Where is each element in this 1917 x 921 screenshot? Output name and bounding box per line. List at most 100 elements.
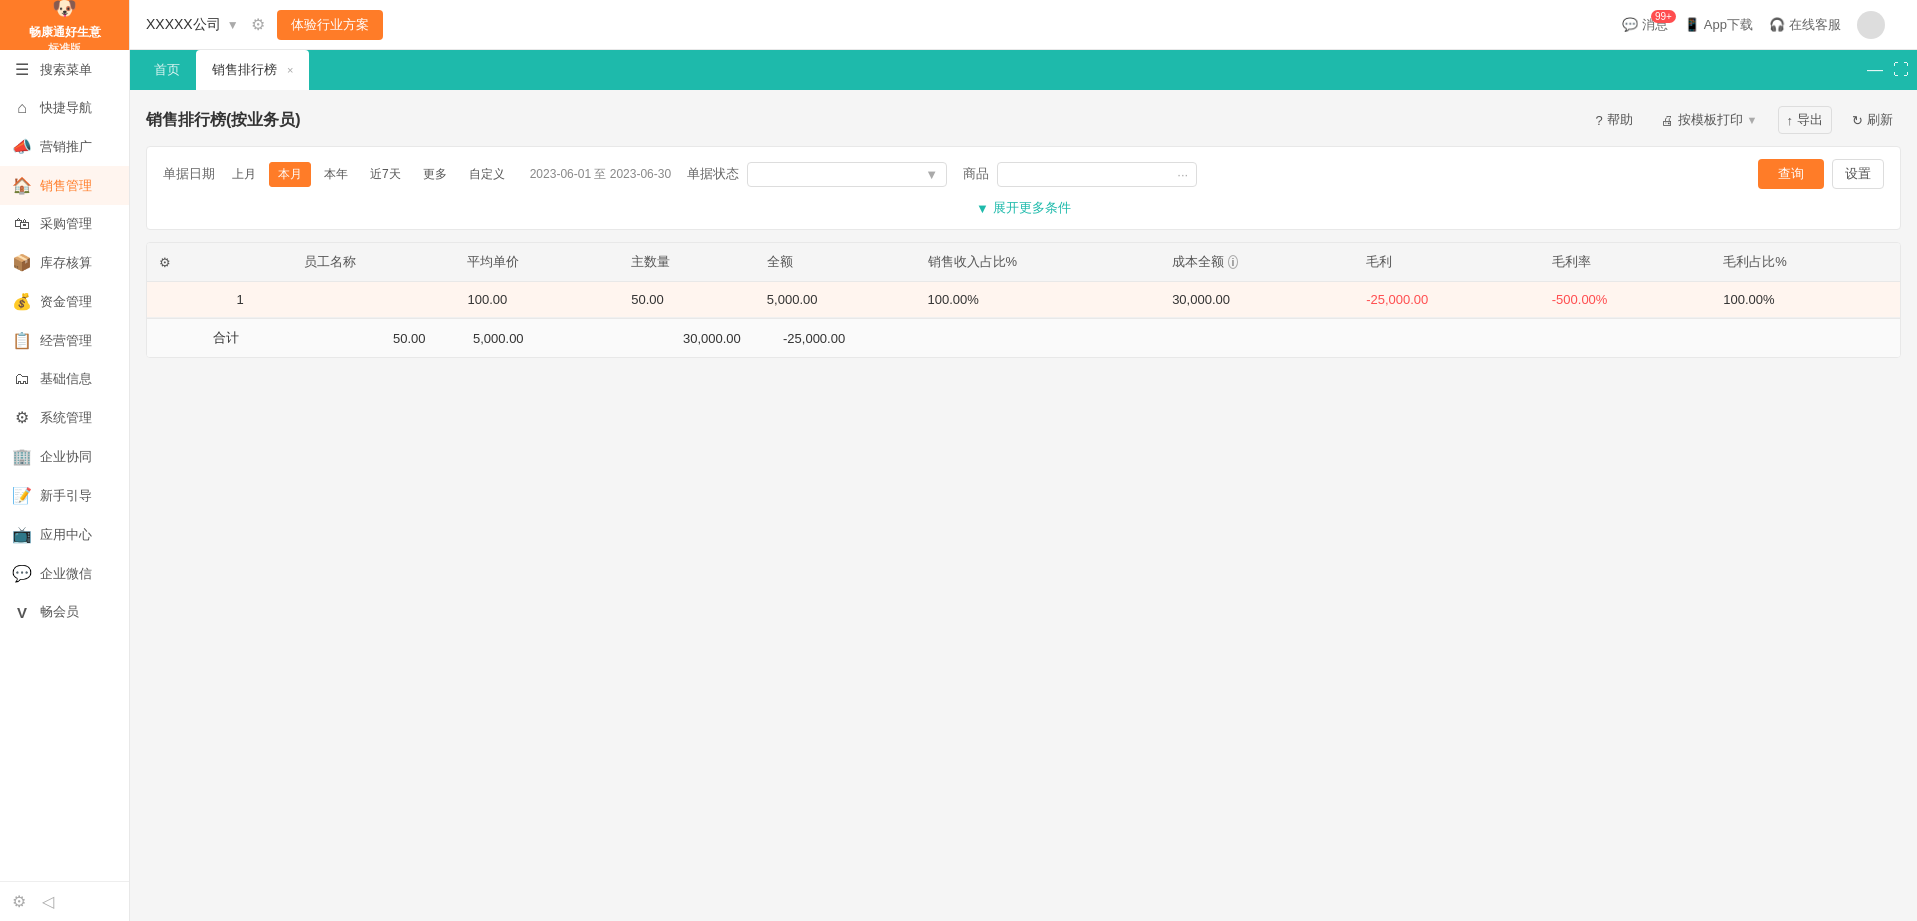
app-name: 畅康通好生意 <box>29 24 101 41</box>
filter-goods: 商品 ··· <box>963 162 1197 187</box>
company-selector[interactable]: XXXXX公司 ▼ <box>146 16 239 34</box>
expand-down-icon: ▼ <box>976 201 989 216</box>
td-gross-rate: -500.00% <box>1540 282 1712 318</box>
sidebar-item-inventory[interactable]: 📦 库存核算 <box>0 243 129 282</box>
sidebar-item-purchase[interactable]: 🛍 采购管理 <box>0 205 129 243</box>
sidebar-item-wechat[interactable]: 💬 企业微信 <box>0 554 129 593</box>
goods-input[interactable]: ··· <box>997 162 1197 187</box>
chevron-down-icon: ▼ <box>227 18 239 32</box>
export-button[interactable]: ↑ 导出 <box>1778 106 1833 134</box>
message-button[interactable]: 💬 消息 99+ <box>1622 16 1668 34</box>
date-btn-year[interactable]: 本年 <box>315 162 357 187</box>
sidebar-item-finance[interactable]: 💰 资金管理 <box>0 282 129 321</box>
page-header: 销售排行榜(按业务员) ? 帮助 🖨 按模板打印 ▼ ↑ 导出 ↻ 刷新 <box>146 106 1901 134</box>
tab-sales-ranking[interactable]: 销售排行榜 × <box>196 50 309 90</box>
sidebar-label-inventory: 库存核算 <box>40 254 92 272</box>
td-gross-pct: 100.00% <box>1711 282 1900 318</box>
footer-label: 合计 <box>213 329 313 347</box>
date-btn-7days[interactable]: 近7天 <box>361 162 410 187</box>
refresh-button[interactable]: ↻ 刷新 <box>1844 107 1901 133</box>
tab-sales-ranking-label: 销售排行榜 <box>212 61 277 79</box>
date-btn-more[interactable]: 更多 <box>414 162 456 187</box>
date-btn-custom[interactable]: 自定义 <box>460 162 514 187</box>
tab-close-icon[interactable]: × <box>287 64 293 76</box>
print-button[interactable]: 🖨 按模板打印 ▼ <box>1653 107 1766 133</box>
message-icon: 💬 <box>1622 17 1638 32</box>
purchase-icon: 🛍 <box>12 215 32 233</box>
help-label: 帮助 <box>1607 111 1633 129</box>
tab-fullscreen-icon[interactable]: ⛶ <box>1893 61 1909 79</box>
refresh-icon: ↻ <box>1852 113 1863 128</box>
sidebar-item-system[interactable]: ⚙ 系统管理 <box>0 398 129 437</box>
sidebar-label-marketing: 营销推广 <box>40 138 92 156</box>
sidebar-bottom: ⚙ ◁ <box>0 881 129 921</box>
topbar-right: 💬 消息 99+ 📱 App下载 🎧 在线客服 <box>1622 11 1901 39</box>
sidebar-item-quick[interactable]: ⌂ 快捷导航 <box>0 89 129 127</box>
sidebar-item-basic[interactable]: 🗂 基础信息 <box>0 360 129 398</box>
filter-status: 单据状态 ▼ <box>687 162 947 187</box>
search-menu-icon: ☰ <box>12 60 32 79</box>
td-gross: -25,000.00 <box>1354 282 1540 318</box>
status-select[interactable]: ▼ <box>747 162 947 187</box>
sidebar-item-marketing[interactable]: 📣 营销推广 <box>0 127 129 166</box>
footer-qty: 50.00 <box>393 331 473 346</box>
status-arrow-icon: ▼ <box>925 167 938 182</box>
app-logo: 🐶 畅康通好生意 标准版 <box>0 0 129 50</box>
date-label: 单据日期 <box>163 165 215 183</box>
trial-button[interactable]: 体验行业方案 <box>277 10 383 40</box>
page-title: 销售排行榜(按业务员) <box>146 110 301 131</box>
sidebar-item-collab[interactable]: 🏢 企业协同 <box>0 437 129 476</box>
export-label: 导出 <box>1797 111 1823 129</box>
company-name: XXXXX公司 <box>146 16 221 34</box>
th-rank <box>225 243 292 282</box>
date-btn-prev-month[interactable]: 上月 <box>223 162 265 187</box>
sidebar-label-apps: 应用中心 <box>40 526 92 544</box>
sidebar-item-sales[interactable]: 🏠 销售管理 <box>0 166 129 205</box>
tab-minimize-icon[interactable]: — <box>1867 61 1883 79</box>
filter-expand-row: ▼ 展开更多条件 <box>163 199 1884 217</box>
sidebar-label-collab: 企业协同 <box>40 448 92 466</box>
date-btn-current-month[interactable]: 本月 <box>269 162 311 187</box>
sidebar-label-member: 畅会员 <box>40 603 79 621</box>
expand-button[interactable]: ▼ 展开更多条件 <box>976 199 1071 217</box>
th-settings[interactable]: ⚙ <box>147 243 225 282</box>
tab-actions: — ⛶ <box>1867 61 1909 79</box>
td-amount: 5,000.00 <box>755 282 916 318</box>
footer-gross: -25,000.00 <box>783 331 883 346</box>
sidebar: 🐶 畅康通好生意 标准版 ☰ 搜索菜单 ⌂ 快捷导航 📣 营销推广 🏠 销售管理… <box>0 0 130 921</box>
data-table: ⚙ 员工名称 平均单价 主数量 全额 销售收入占比% 成本全额 i 毛利 毛利率… <box>147 243 1900 318</box>
sidebar-collapse-icon[interactable]: ◁ <box>42 892 54 911</box>
date-buttons: 上月 本月 本年 近7天 更多 自定义 <box>223 162 514 187</box>
table-footer: 合计 50.00 5,000.00 30,000.00 -25,000.00 <box>147 318 1900 357</box>
sidebar-label-sales: 销售管理 <box>40 177 92 195</box>
filter-area: 单据日期 上月 本月 本年 近7天 更多 自定义 2023-06-01 至 20… <box>146 146 1901 230</box>
th-cost: 成本全额 i <box>1160 243 1354 282</box>
query-button[interactable]: 查询 <box>1758 159 1824 189</box>
settings-button[interactable]: 设置 <box>1832 159 1884 189</box>
app-label: App下载 <box>1704 16 1753 34</box>
sidebar-label-system: 系统管理 <box>40 409 92 427</box>
td-name <box>292 282 456 318</box>
sidebar-label-operation: 经营管理 <box>40 332 92 350</box>
basic-icon: 🗂 <box>12 370 32 388</box>
td-qty: 50.00 <box>619 282 755 318</box>
topbar-gear-icon[interactable]: ⚙ <box>251 15 265 34</box>
help-icon: ? <box>1595 113 1602 128</box>
user-avatar[interactable] <box>1857 11 1885 39</box>
sidebar-item-apps[interactable]: 📺 应用中心 <box>0 515 129 554</box>
sidebar-item-member[interactable]: V 畅会员 <box>0 593 129 631</box>
tab-home[interactable]: 首页 <box>138 50 196 90</box>
th-avg-price: 平均单价 <box>455 243 619 282</box>
sidebar-item-operation[interactable]: 📋 经营管理 <box>0 321 129 360</box>
app-download-button[interactable]: 📱 App下载 <box>1684 16 1753 34</box>
help-button[interactable]: ? 帮助 <box>1587 107 1640 133</box>
td-sales-pct: 100.00% <box>916 282 1161 318</box>
message-badge: 99+ <box>1651 10 1676 23</box>
tab-home-label: 首页 <box>154 61 180 79</box>
sidebar-item-guide[interactable]: 📝 新手引导 <box>0 476 129 515</box>
wechat-icon: 💬 <box>12 564 32 583</box>
td-settings <box>147 282 225 318</box>
online-service-button[interactable]: 🎧 在线客服 <box>1769 16 1841 34</box>
sidebar-settings-icon[interactable]: ⚙ <box>12 892 26 911</box>
filter-row-1: 单据日期 上月 本月 本年 近7天 更多 自定义 2023-06-01 至 20… <box>163 159 1884 189</box>
